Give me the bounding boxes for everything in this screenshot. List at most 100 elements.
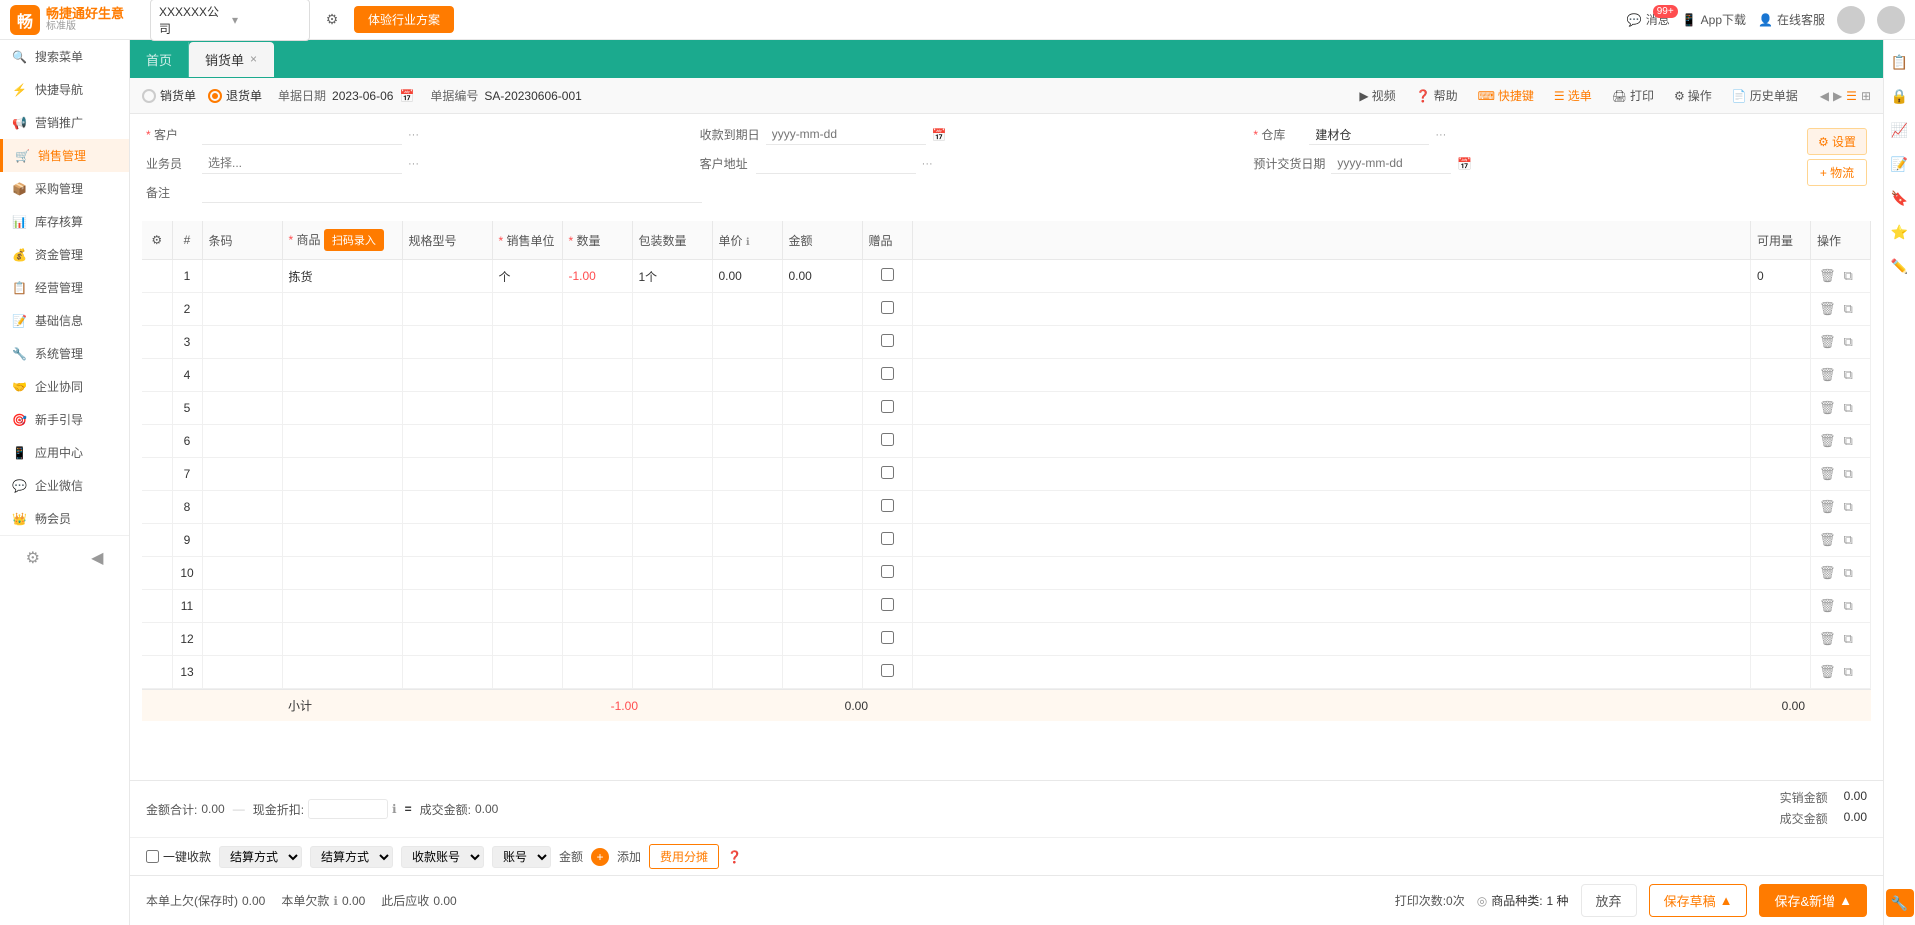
row-pack-cell[interactable] xyxy=(632,623,712,656)
copy-row-icon[interactable]: ⧉ xyxy=(1842,398,1855,418)
online-service-button[interactable]: 👤 在线客服 xyxy=(1758,11,1825,28)
row-product-cell[interactable] xyxy=(282,326,402,359)
one-click-pay-input[interactable] xyxy=(146,850,159,863)
row-product-cell[interactable]: 拣货 xyxy=(282,260,402,293)
row-gift-cell[interactable] xyxy=(862,293,912,326)
row-unit-cell[interactable] xyxy=(492,656,562,689)
shortcut-button[interactable]: ⌨ 快捷键 xyxy=(1472,84,1540,107)
row-qty-cell[interactable] xyxy=(562,293,632,326)
delete-row-icon[interactable]: 🗑 xyxy=(1817,431,1838,451)
delete-row-icon[interactable]: 🗑 xyxy=(1817,497,1838,517)
one-click-pay-checkbox[interactable]: 一键收款 xyxy=(146,848,211,865)
row-qty-cell[interactable] xyxy=(562,425,632,458)
gift-checkbox[interactable] xyxy=(881,334,894,347)
gift-checkbox[interactable] xyxy=(881,499,894,512)
right-panel-chart-icon[interactable]: 📈 xyxy=(1886,116,1914,144)
row-barcode-cell[interactable] xyxy=(202,491,282,524)
row-gift-cell[interactable] xyxy=(862,425,912,458)
right-panel-edit-icon[interactable]: ✏️ xyxy=(1886,252,1914,280)
row-unit-cell[interactable] xyxy=(492,326,562,359)
company-selector[interactable]: XXXXXX公司 ▾ xyxy=(150,0,310,41)
row-price-cell[interactable] xyxy=(712,359,782,392)
row-product-cell[interactable] xyxy=(282,293,402,326)
row-notes-cell[interactable] xyxy=(912,293,1751,326)
row-gift-cell[interactable] xyxy=(862,392,912,425)
gift-checkbox[interactable] xyxy=(881,400,894,413)
sidebar-item-collab[interactable]: 🤝 企业协同 xyxy=(0,370,129,403)
sidebar-item-quick-nav[interactable]: ⚡ 快捷导航 xyxy=(0,73,129,106)
copy-row-icon[interactable]: ⧉ xyxy=(1842,266,1855,286)
row-unit-cell[interactable]: 个 xyxy=(492,260,562,293)
delete-row-icon[interactable]: 🗑 xyxy=(1817,266,1838,286)
row-unit-cell[interactable] xyxy=(492,392,562,425)
addr-more-icon[interactable]: ··· xyxy=(922,158,933,170)
row-qty-cell[interactable] xyxy=(562,326,632,359)
row-notes-cell[interactable] xyxy=(912,425,1751,458)
row-qty-cell[interactable]: -1.00 xyxy=(562,260,632,293)
row-price-cell[interactable] xyxy=(712,590,782,623)
copy-row-icon[interactable]: ⧉ xyxy=(1842,431,1855,451)
copy-row-icon[interactable]: ⧉ xyxy=(1842,299,1855,319)
delete-row-icon[interactable]: 🗑 xyxy=(1817,629,1838,649)
row-gift-cell[interactable] xyxy=(862,623,912,656)
right-panel-star-icon[interactable]: ⭐ xyxy=(1886,218,1914,246)
row-spec-cell[interactable] xyxy=(402,458,492,491)
row-barcode-cell[interactable] xyxy=(202,326,282,359)
app-download-button[interactable]: 📱 App下载 xyxy=(1682,11,1746,28)
sidebar-item-wechat[interactable]: 💬 企业微信 xyxy=(0,469,129,502)
sidebar-item-marketing[interactable]: 📢 营销推广 xyxy=(0,106,129,139)
row-product-cell[interactable] xyxy=(282,392,402,425)
calendar-icon[interactable]: 📅 xyxy=(399,89,414,103)
message-button[interactable]: 💬 消息 99+ xyxy=(1627,11,1670,28)
trial-button[interactable]: 体验行业方案 xyxy=(354,6,454,33)
row-barcode-cell[interactable] xyxy=(202,293,282,326)
tab-home[interactable]: 首页 xyxy=(130,42,189,77)
list-view-icon[interactable]: ☰ xyxy=(1846,89,1857,103)
row-spec-cell[interactable] xyxy=(402,293,492,326)
row-barcode-cell[interactable] xyxy=(202,623,282,656)
col-header-settings[interactable]: ⚙ xyxy=(142,221,172,260)
delete-row-icon[interactable]: 🗑 xyxy=(1817,530,1838,550)
row-pack-cell[interactable] xyxy=(632,326,712,359)
salesperson-input[interactable] xyxy=(202,153,402,174)
customer-input[interactable] xyxy=(202,124,402,145)
right-panel-note-icon[interactable]: 📝 xyxy=(1886,150,1914,178)
row-product-cell[interactable] xyxy=(282,590,402,623)
row-spec-cell[interactable] xyxy=(402,359,492,392)
row-pack-cell[interactable] xyxy=(632,425,712,458)
row-unit-cell[interactable] xyxy=(492,590,562,623)
row-price-cell[interactable] xyxy=(712,623,782,656)
warehouse-input[interactable] xyxy=(1309,124,1429,145)
tab-sale-order[interactable]: 销货单 × xyxy=(189,42,274,77)
gift-checkbox[interactable] xyxy=(881,631,894,644)
gift-checkbox[interactable] xyxy=(881,664,894,677)
gift-checkbox[interactable] xyxy=(881,598,894,611)
delete-row-icon[interactable]: 🗑 xyxy=(1817,563,1838,583)
row-product-cell[interactable] xyxy=(282,425,402,458)
history-button[interactable]: 📄 历史单据 xyxy=(1726,84,1804,107)
copy-row-icon[interactable]: ⧉ xyxy=(1842,596,1855,616)
row-unit-cell[interactable] xyxy=(492,458,562,491)
sidebar-item-search[interactable]: 🔍 搜索菜单 xyxy=(0,40,129,73)
row-pack-cell[interactable] xyxy=(632,557,712,590)
row-pack-cell[interactable] xyxy=(632,491,712,524)
row-spec-cell[interactable] xyxy=(402,623,492,656)
row-notes-cell[interactable] xyxy=(912,524,1751,557)
add-payment-button[interactable]: + xyxy=(591,848,609,866)
row-product-cell[interactable] xyxy=(282,656,402,689)
sidebar-settings-icon[interactable]: ⚙ xyxy=(22,544,44,572)
discard-button[interactable]: 放弃 xyxy=(1581,884,1637,917)
row-notes-cell[interactable] xyxy=(912,623,1751,656)
row-notes-cell[interactable] xyxy=(912,656,1751,689)
right-panel-form-icon[interactable]: 📋 xyxy=(1886,48,1914,76)
sidebar-item-capital[interactable]: 💰 资金管理 xyxy=(0,238,129,271)
delete-row-icon[interactable]: 🗑 xyxy=(1817,662,1838,682)
row-unit-cell[interactable] xyxy=(492,557,562,590)
row-barcode-cell[interactable] xyxy=(202,656,282,689)
customer-addr-input[interactable] xyxy=(756,153,916,174)
row-pack-cell[interactable] xyxy=(632,590,712,623)
delete-row-icon[interactable]: 🗑 xyxy=(1817,299,1838,319)
row-unit-cell[interactable] xyxy=(492,491,562,524)
row-price-cell[interactable] xyxy=(712,392,782,425)
row-spec-cell[interactable] xyxy=(402,491,492,524)
